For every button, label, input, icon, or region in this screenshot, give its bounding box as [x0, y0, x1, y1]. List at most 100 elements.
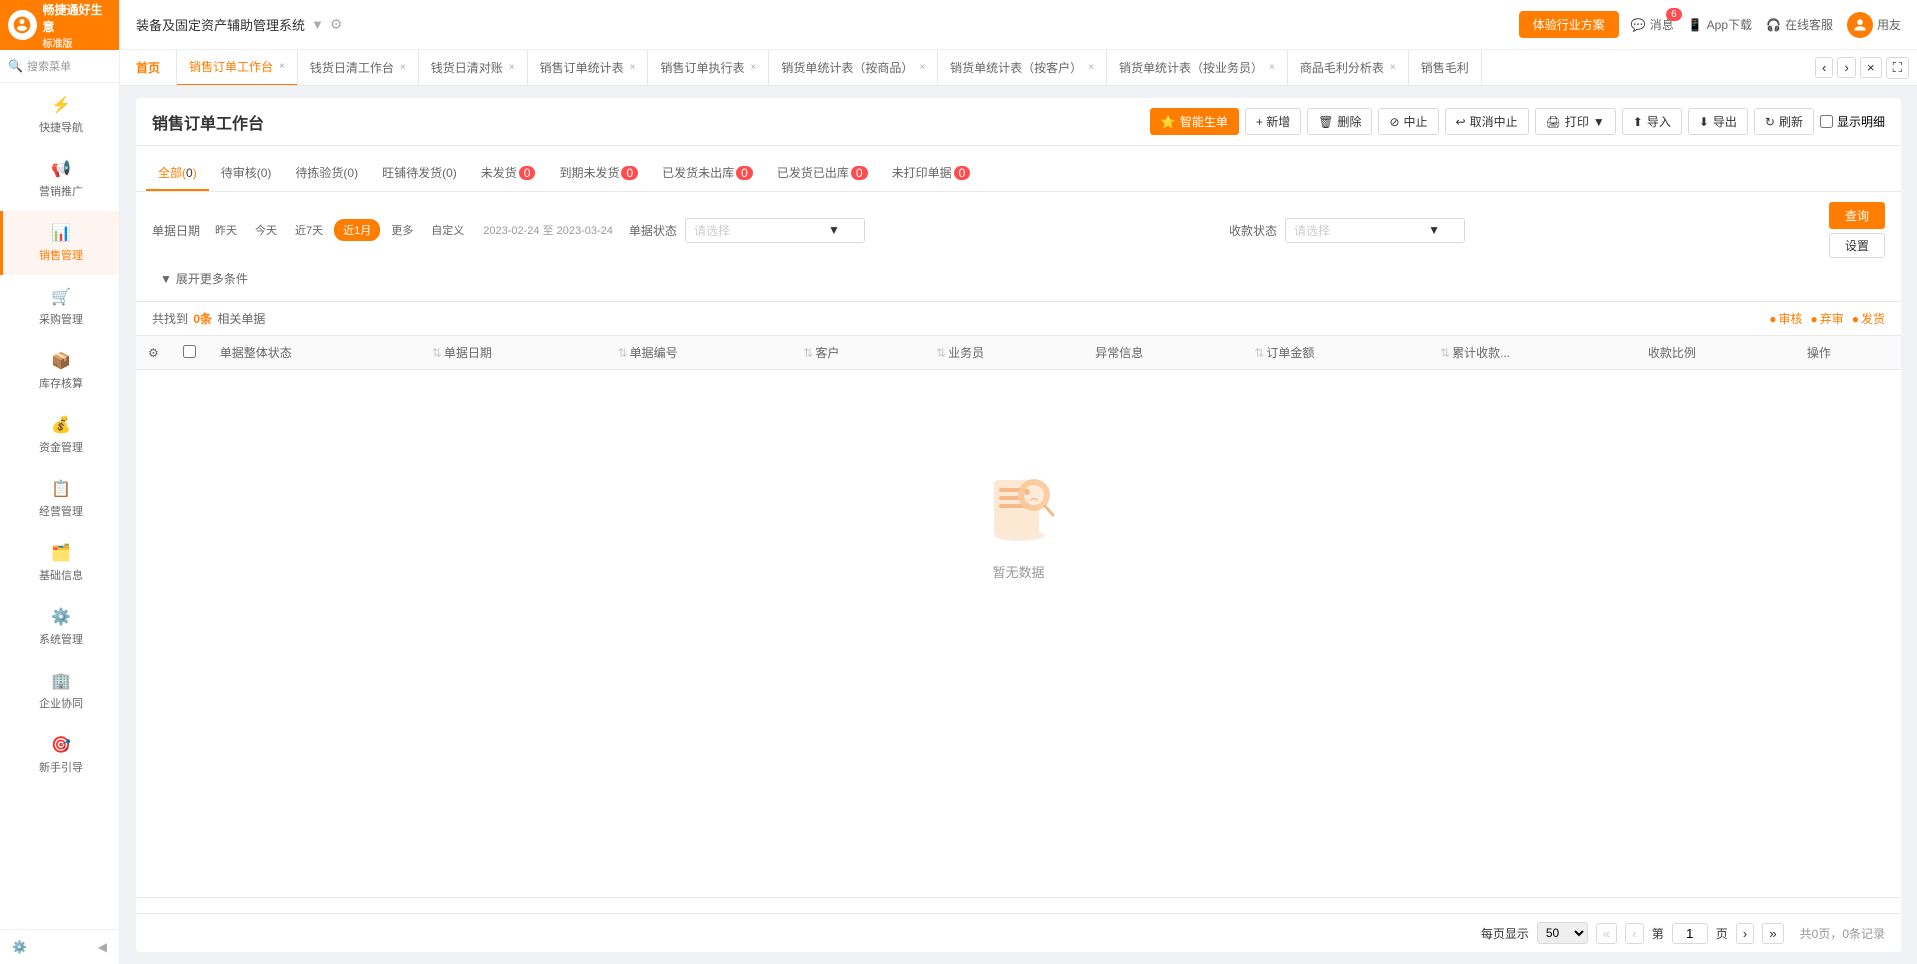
settings-gear-icon[interactable]: ⚙	[330, 16, 343, 33]
tab-cash-daily[interactable]: 钱货日清工作台 ×	[298, 50, 419, 86]
date-btn-yesterday[interactable]: 昨天	[208, 219, 244, 241]
dropdown-icon[interactable]: ▼	[311, 17, 324, 32]
sidebar-item-system[interactable]: ⚙️ 系统管理	[0, 595, 119, 659]
tab-prev-button[interactable]: ‹	[1815, 57, 1833, 78]
tab-close-icon[interactable]: ×	[1390, 62, 1396, 73]
tab-sales-workbench[interactable]: 销售订单工作台 ×	[177, 50, 298, 86]
date-btn-more[interactable]: 更多	[384, 219, 420, 241]
filter-tab-all[interactable]: 全部(0)	[146, 156, 209, 191]
export-button[interactable]: ⬇ 导出	[1688, 108, 1748, 135]
sidebar-item-base-info[interactable]: 🗂️ 基础信息	[0, 531, 119, 595]
message-action[interactable]: 💬 消息 6	[1631, 16, 1674, 33]
cancel-review-action[interactable]: ● 弃审	[1810, 310, 1843, 327]
tab-close-all-button[interactable]: ×	[1860, 57, 1882, 78]
date-btn-today[interactable]: 今天	[248, 219, 284, 241]
solution-button[interactable]: 体验行业方案	[1519, 11, 1619, 38]
th-doc-no[interactable]: ⇅ 单据编号	[606, 336, 792, 370]
select-all-checkbox[interactable]	[183, 345, 196, 358]
tab-fullscreen-button[interactable]: ⛶	[1886, 57, 1909, 79]
sidebar-item-new-guide[interactable]: 🎯 新手引导	[0, 723, 119, 787]
sidebar-item-enterprise[interactable]: 🏢 企业协同	[0, 659, 119, 723]
tab-close-icon[interactable]: ×	[400, 62, 406, 73]
date-btn-7days[interactable]: 近7天	[288, 219, 330, 241]
online-service-action[interactable]: 🎧 在线客服	[1766, 16, 1833, 33]
tab-sales-stats[interactable]: 销售订单统计表 ×	[528, 50, 649, 86]
add-button[interactable]: + 新增	[1245, 108, 1301, 135]
status-select[interactable]: 请选择 ▼	[685, 218, 865, 243]
sidebar-item-finance[interactable]: 💰 资金管理	[0, 403, 119, 467]
th-collected[interactable]: ⇅ 累计收款...	[1428, 336, 1636, 370]
print-button[interactable]: 🖨 打印 ▼	[1535, 108, 1616, 135]
filter-tab-wangpu[interactable]: 旺铺待发货(0)	[370, 156, 469, 191]
app-download-action[interactable]: 📱 App下载	[1688, 16, 1752, 33]
th-doc-status[interactable]: 单据整体状态	[208, 336, 420, 370]
date-btn-custom[interactable]: 自定义	[424, 219, 471, 241]
filter-tab-pending-inspect[interactable]: 待拣验货(0)	[283, 156, 370, 191]
th-doc-date[interactable]: ⇅ 单据日期	[420, 336, 606, 370]
user-action[interactable]: 用友	[1847, 12, 1901, 38]
tab-sales-summary-staff[interactable]: 销货单统计表（按业务员） ×	[1107, 50, 1288, 86]
tab-close-icon[interactable]: ×	[1269, 62, 1275, 73]
filter-tab-not-printed[interactable]: 未打印单据0	[880, 156, 983, 191]
import-button[interactable]: ⬆ 导入	[1622, 108, 1682, 135]
tab-close-icon[interactable]: ×	[1088, 62, 1094, 73]
tabbar-controls: ‹ › × ⛶	[1807, 57, 1917, 79]
tab-cash-reconcile[interactable]: 钱货日清对账 ×	[419, 50, 528, 86]
delete-button[interactable]: 🗑 删除	[1307, 108, 1372, 135]
tab-close-icon[interactable]: ×	[279, 61, 285, 72]
sidebar-item-marketing[interactable]: 📢 营销推广	[0, 147, 119, 211]
sidebar-item-quick-nav[interactable]: ⚡ 快捷导航	[0, 83, 119, 147]
sidebar-search[interactable]: 🔍 搜索菜单	[0, 50, 119, 83]
sidebar-item-sales[interactable]: 📊 销售管理	[0, 211, 119, 275]
filter-tab-shipped-out[interactable]: 已发货已出库0	[765, 156, 880, 191]
smart-generate-button[interactable]: ⭐ 智能生单	[1150, 108, 1239, 135]
tab-sales-exec[interactable]: 销售订单执行表 ×	[648, 50, 769, 86]
filter-tab-overdue[interactable]: 到期未发货0	[547, 156, 650, 191]
review-action[interactable]: ● 审核	[1769, 310, 1802, 327]
cancel-stop-button[interactable]: ↩ 取消中止	[1445, 108, 1529, 135]
page-number-input[interactable]	[1672, 923, 1708, 944]
cancel-review-dot: ●	[1810, 312, 1817, 326]
filter-tab-not-shipped[interactable]: 未发货0	[469, 156, 548, 191]
th-amount[interactable]: ⇅ 订单金额	[1242, 336, 1428, 370]
sidebar-item-purchase[interactable]: 🛒 采购管理	[0, 275, 119, 339]
sidebar-item-operations[interactable]: 📋 经营管理	[0, 467, 119, 531]
filter-tab-pending-review[interactable]: 待审核(0)	[209, 156, 284, 191]
show-detail-checkbox-label[interactable]: 显示明细	[1820, 113, 1885, 130]
tab-close-icon[interactable]: ×	[919, 62, 925, 73]
next-page-button[interactable]: ›	[1736, 923, 1754, 944]
setting-button[interactable]: 设置	[1829, 233, 1885, 258]
prev-page-button[interactable]: ‹	[1625, 923, 1643, 944]
show-detail-checkbox[interactable]	[1820, 115, 1833, 128]
payment-select[interactable]: 请选择 ▼	[1285, 218, 1465, 243]
first-page-button[interactable]: «	[1596, 923, 1617, 944]
expand-conditions-button[interactable]: ▼ 展开更多条件	[152, 266, 1885, 291]
tab-gross-margin[interactable]: 商品毛利分析表 ×	[1288, 50, 1409, 86]
th-checkbox[interactable]	[171, 336, 208, 370]
ship-action[interactable]: ● 发货	[1852, 310, 1885, 327]
th-staff[interactable]: ⇅ 业务员	[924, 336, 1083, 370]
stop-button[interactable]: ⊘ 中止	[1378, 108, 1438, 135]
tab-close-icon[interactable]: ×	[630, 62, 636, 73]
last-page-button[interactable]: »	[1762, 923, 1783, 944]
tab-sales-profit[interactable]: 销售毛利	[1409, 50, 1482, 86]
filter-tab-shipped-not-out[interactable]: 已发货未出库0	[650, 156, 765, 191]
sidebar-item-inventory[interactable]: 📦 库存核算	[0, 339, 119, 403]
horizontal-scrollbar[interactable]	[136, 897, 1901, 913]
page-size-select[interactable]: 50 100 200	[1537, 922, 1588, 944]
tab-home[interactable]: 首页	[120, 50, 177, 86]
date-btn-1month[interactable]: 近1月	[334, 219, 380, 241]
th-abnormal[interactable]: 异常信息	[1083, 336, 1242, 370]
table-settings-icon[interactable]: ⚙	[148, 346, 159, 360]
collapse-icon[interactable]: ◀	[98, 940, 107, 954]
refresh-button[interactable]: ↻ 刷新	[1754, 108, 1814, 135]
tab-sales-summary-customer[interactable]: 销货单统计表（按客户） ×	[938, 50, 1107, 86]
settings-icon[interactable]: ⚙️	[12, 940, 27, 954]
th-customer[interactable]: ⇅ 客户	[791, 336, 924, 370]
tab-sales-summary-product[interactable]: 销货单统计表（按商品） ×	[769, 50, 938, 86]
th-settings[interactable]: ⚙	[136, 336, 171, 370]
tab-close-icon[interactable]: ×	[750, 62, 756, 73]
tab-close-icon[interactable]: ×	[509, 62, 515, 73]
tab-next-button[interactable]: ›	[1837, 57, 1855, 78]
query-button[interactable]: 查询	[1829, 202, 1885, 229]
